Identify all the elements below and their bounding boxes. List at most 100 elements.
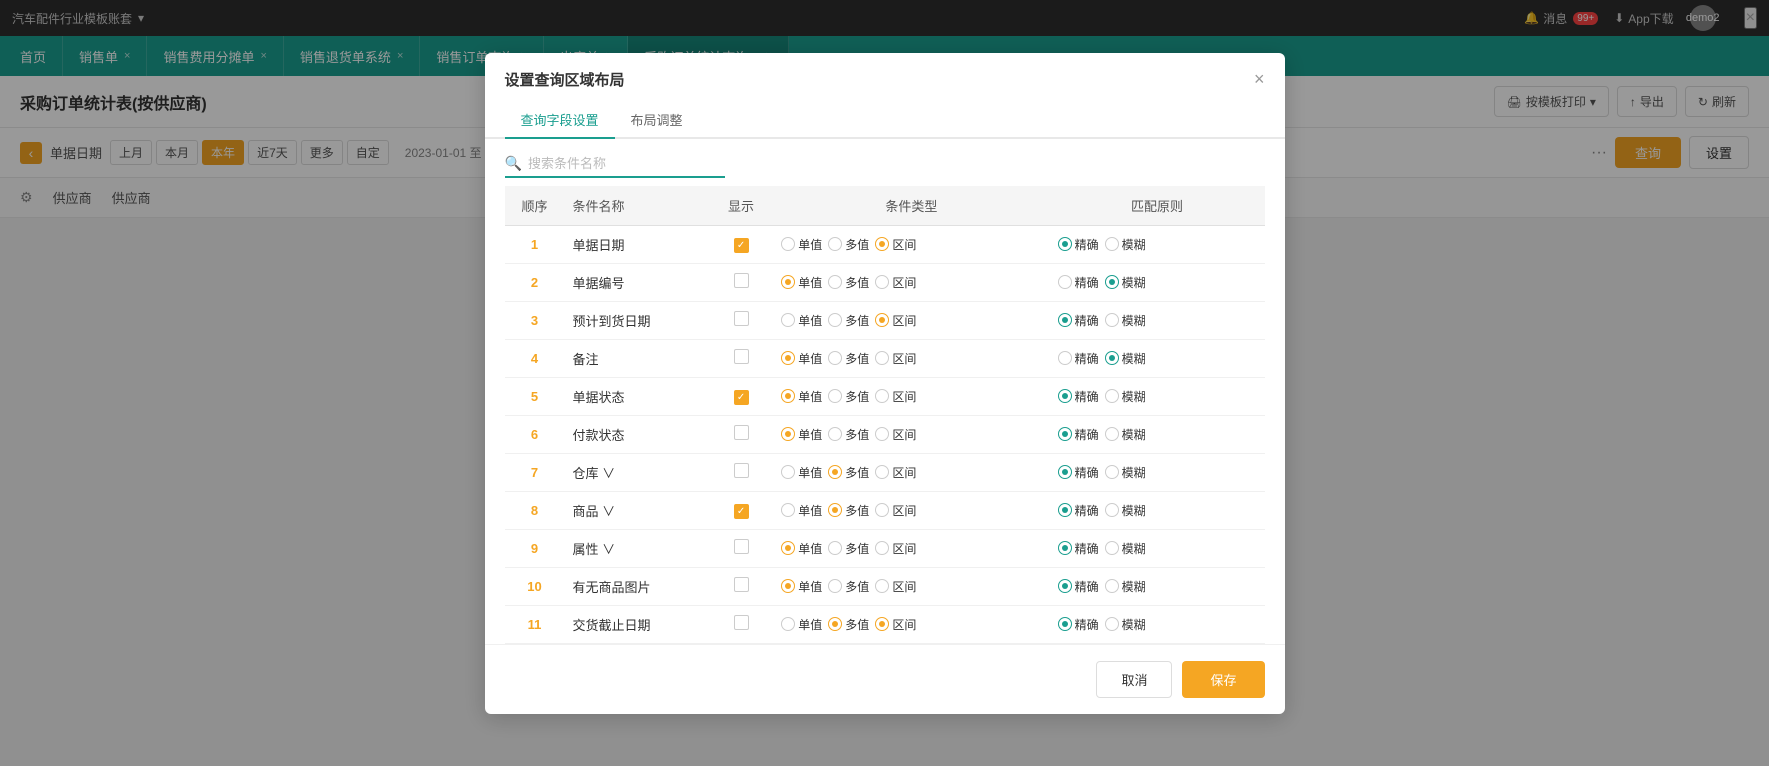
radio-single[interactable]: 单值: [781, 274, 822, 291]
row-condition-type: 单值多值区间: [773, 529, 1049, 567]
checkbox[interactable]: [734, 539, 749, 554]
modal-tab-query-fields[interactable]: 查询字段设置: [505, 102, 615, 139]
row-display-checkbox[interactable]: [709, 605, 773, 643]
checkbox[interactable]: [734, 349, 749, 364]
row-display-checkbox[interactable]: [709, 225, 773, 263]
th-condition-name: 条件名称: [565, 186, 709, 226]
row-condition-name: 有无商品图片: [565, 567, 709, 605]
row-display-checkbox[interactable]: [709, 567, 773, 605]
radio-range[interactable]: 区间: [875, 426, 916, 443]
radio-single[interactable]: 单值: [781, 502, 822, 519]
radio-fuzzy[interactable]: 模糊: [1105, 274, 1146, 291]
row-condition-type: 单值多值区间: [773, 605, 1049, 643]
radio-fuzzy[interactable]: 模糊: [1105, 426, 1146, 443]
radio-range[interactable]: 区间: [875, 578, 916, 595]
row-match-rule: 精确模糊: [1050, 529, 1265, 567]
radio-exact[interactable]: 精确: [1058, 540, 1099, 557]
row-condition-type: 单值多值区间: [773, 567, 1049, 605]
radio-multi[interactable]: 多值: [828, 350, 869, 367]
radio-single[interactable]: 单值: [781, 464, 822, 481]
checkbox[interactable]: [734, 390, 749, 405]
radio-multi[interactable]: 多值: [828, 540, 869, 557]
table-row: 8商品 ∨单值多值区间精确模糊: [505, 491, 1265, 529]
radio-single[interactable]: 单值: [781, 388, 822, 405]
radio-single[interactable]: 单值: [781, 540, 822, 557]
row-condition-type: 单值多值区间: [773, 491, 1049, 529]
modal-tab-layout[interactable]: 布局调整: [615, 102, 699, 139]
row-display-checkbox[interactable]: [709, 377, 773, 415]
modal-close-btn[interactable]: ×: [1254, 69, 1265, 90]
radio-single[interactable]: 单值: [781, 312, 822, 329]
row-order: 3: [505, 301, 565, 339]
radio-fuzzy[interactable]: 模糊: [1105, 502, 1146, 519]
radio-exact[interactable]: 精确: [1058, 350, 1099, 367]
radio-fuzzy[interactable]: 模糊: [1105, 236, 1146, 253]
radio-range[interactable]: 区间: [875, 616, 916, 633]
row-display-checkbox[interactable]: [709, 491, 773, 529]
save-btn[interactable]: 保存: [1182, 661, 1264, 698]
checkbox[interactable]: [734, 311, 749, 326]
row-condition-name: 商品 ∨: [565, 491, 709, 529]
radio-single[interactable]: 单值: [781, 426, 822, 443]
radio-multi[interactable]: 多值: [828, 616, 869, 633]
radio-fuzzy[interactable]: 模糊: [1105, 464, 1146, 481]
row-display-checkbox[interactable]: [709, 415, 773, 453]
row-display-checkbox[interactable]: [709, 339, 773, 377]
row-display-checkbox[interactable]: [709, 301, 773, 339]
radio-fuzzy[interactable]: 模糊: [1105, 312, 1146, 329]
checkbox[interactable]: [734, 615, 749, 630]
modal-dialog: 设置查询区域布局 × 查询字段设置 布局调整 🔍 顺序: [485, 53, 1285, 714]
radio-range[interactable]: 区间: [875, 540, 916, 557]
radio-multi[interactable]: 多值: [828, 274, 869, 291]
radio-fuzzy[interactable]: 模糊: [1105, 388, 1146, 405]
row-match-rule: 精确模糊: [1050, 605, 1265, 643]
radio-range[interactable]: 区间: [875, 350, 916, 367]
radio-range[interactable]: 区间: [875, 274, 916, 291]
row-condition-type: 单值多值区间: [773, 301, 1049, 339]
radio-exact[interactable]: 精确: [1058, 312, 1099, 329]
checkbox[interactable]: [734, 425, 749, 440]
radio-fuzzy[interactable]: 模糊: [1105, 578, 1146, 595]
radio-exact[interactable]: 精确: [1058, 578, 1099, 595]
radio-exact[interactable]: 精确: [1058, 236, 1099, 253]
radio-exact[interactable]: 精确: [1058, 388, 1099, 405]
row-match-rule: 精确模糊: [1050, 415, 1265, 453]
radio-range[interactable]: 区间: [875, 312, 916, 329]
th-order: 顺序: [505, 186, 565, 226]
radio-multi[interactable]: 多值: [828, 388, 869, 405]
radio-multi[interactable]: 多值: [828, 502, 869, 519]
radio-single[interactable]: 单值: [781, 578, 822, 595]
radio-exact[interactable]: 精确: [1058, 464, 1099, 481]
radio-exact[interactable]: 精确: [1058, 502, 1099, 519]
radio-fuzzy[interactable]: 模糊: [1105, 616, 1146, 633]
radio-range[interactable]: 区间: [875, 236, 916, 253]
checkbox[interactable]: [734, 504, 749, 519]
checkbox[interactable]: [734, 273, 749, 288]
radio-range[interactable]: 区间: [875, 388, 916, 405]
row-order: 6: [505, 415, 565, 453]
radio-exact[interactable]: 精确: [1058, 426, 1099, 443]
checkbox[interactable]: [734, 238, 749, 253]
radio-exact[interactable]: 精确: [1058, 274, 1099, 291]
radio-multi[interactable]: 多值: [828, 312, 869, 329]
radio-range[interactable]: 区间: [875, 464, 916, 481]
radio-fuzzy[interactable]: 模糊: [1105, 350, 1146, 367]
row-display-checkbox[interactable]: [709, 529, 773, 567]
radio-single[interactable]: 单值: [781, 350, 822, 367]
row-display-checkbox[interactable]: [709, 453, 773, 491]
radio-single[interactable]: 单值: [781, 616, 822, 633]
radio-exact[interactable]: 精确: [1058, 616, 1099, 633]
radio-multi[interactable]: 多值: [828, 236, 869, 253]
radio-fuzzy[interactable]: 模糊: [1105, 540, 1146, 557]
radio-range[interactable]: 区间: [875, 502, 916, 519]
row-match-rule: 精确模糊: [1050, 491, 1265, 529]
checkbox[interactable]: [734, 577, 749, 592]
radio-multi[interactable]: 多值: [828, 426, 869, 443]
radio-single[interactable]: 单值: [781, 236, 822, 253]
radio-multi[interactable]: 多值: [828, 464, 869, 481]
cancel-btn[interactable]: 取消: [1096, 661, 1172, 698]
row-display-checkbox[interactable]: [709, 263, 773, 301]
checkbox[interactable]: [734, 463, 749, 478]
radio-multi[interactable]: 多值: [828, 578, 869, 595]
search-input[interactable]: [528, 156, 708, 171]
